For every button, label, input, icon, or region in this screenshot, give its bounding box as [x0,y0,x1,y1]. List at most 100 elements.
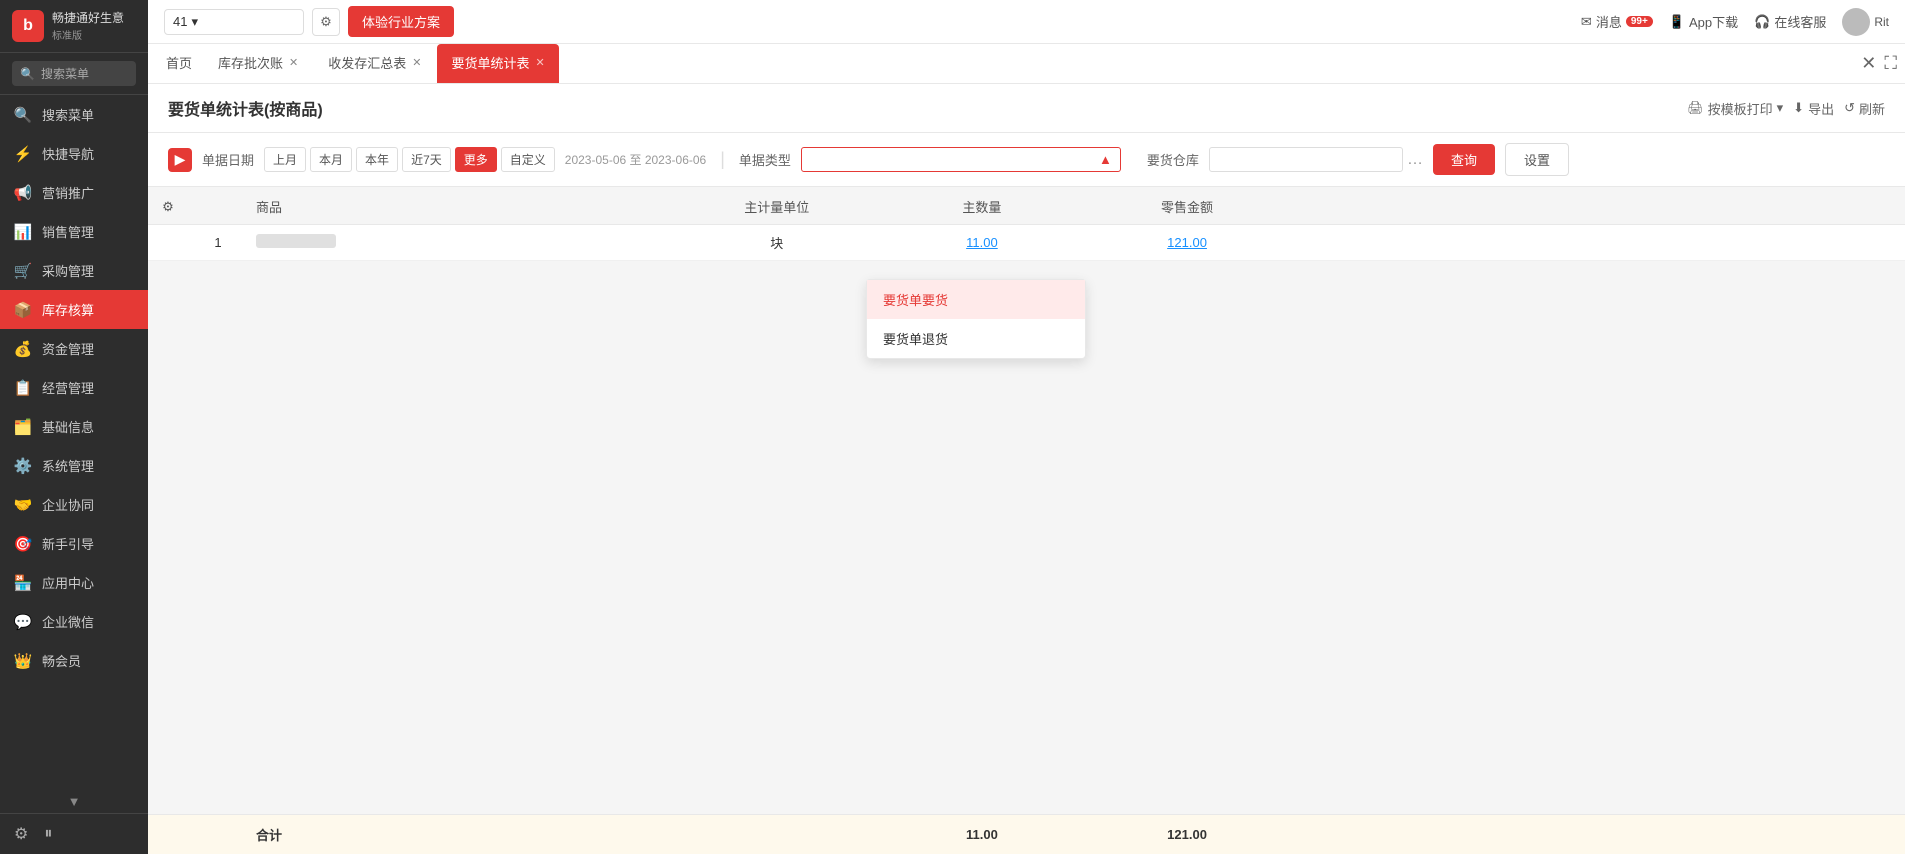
print-icon: 🖨 [1687,100,1704,116]
settings-button[interactable]: 设置 [1505,143,1569,176]
tab-close-all-icon[interactable]: ✕ [1861,53,1876,74]
print-button[interactable]: 🖨 按模板打印 ▾ [1687,99,1783,118]
topbar-gear-button[interactable]: ⚙ [312,8,340,36]
sidebar-item-inventory[interactable]: 📦 库存核算 [0,290,148,329]
industry-button[interactable]: 体验行业方案 [348,6,454,37]
sidebar-label-guide: 新手引导 [42,534,94,553]
logo-sub: 标准版 [52,27,124,42]
topbar: 41 ▾ ⚙ 体验行业方案 ✉ 消息 99+ 📱 App下载 🎧 在线客服 R [148,0,1905,44]
sidebar-search-area[interactable]: 🔍 搜索菜单 [0,53,148,95]
store-selector[interactable]: 41 ▾ [164,9,304,35]
sidebar-label-inventory: 库存核算 [42,300,94,319]
sidebar-icon-marketing: 📢 [14,184,32,202]
message-badge: 99+ [1626,16,1653,27]
tab-dispatch-close[interactable]: ✕ [412,56,421,69]
export-button[interactable]: ⬇ 导出 [1793,99,1834,118]
sidebar-icon-inventory: 📦 [14,301,32,319]
sidebar-label-wechat: 企业微信 [42,612,94,631]
warehouse-more-icon[interactable]: … [1407,151,1423,169]
sidebar-item-wechat[interactable]: 💬 企业微信 [0,602,148,641]
row-product [248,234,674,251]
logo-icon: b [12,10,44,42]
sidebar: b 畅捷通好生意 标准版 🔍 搜索菜单 🔍 搜索菜单 ⚡ 快捷导航 📢 营销推广… [0,0,148,854]
col-header-qty: 主数量 [879,197,1084,216]
row-qty-link[interactable]: 11.00 [966,235,998,250]
search-button[interactable]: 查询 [1433,144,1495,175]
user-name: Rit [1874,15,1889,29]
col-header-settings[interactable]: ⚙ [148,199,188,215]
sidebar-item-marketing[interactable]: 📢 营销推广 [0,173,148,212]
sidebar-label-sales: 销售管理 [42,222,94,241]
search-icon: 🔍 [20,67,35,81]
sidebar-item-member[interactable]: 👑 畅会员 [0,641,148,680]
row-amount-link[interactable]: 121.00 [1167,235,1207,250]
sidebar-icon-operation: 📋 [14,379,32,397]
sidebar-item-guide[interactable]: 🎯 新手引导 [0,524,148,563]
date-btn-more[interactable]: 更多 [455,147,497,172]
topbar-left: 41 ▾ ⚙ 体验行业方案 [164,6,1569,37]
sidebar-item-purchase[interactable]: 🛒 采购管理 [0,251,148,290]
refresh-button[interactable]: ↺ 刷新 [1844,99,1885,118]
row-qty[interactable]: 11.00 [879,235,1084,250]
message-group[interactable]: ✉ 消息 99+ [1581,12,1653,31]
sidebar-item-operation[interactable]: 📋 经营管理 [0,368,148,407]
export-label: 导出 [1808,99,1834,118]
tab-expand-icon[interactable]: ⛶ [1884,53,1897,74]
footer-amount: 121.00 [1085,827,1290,842]
date-btn-7days[interactable]: 近7天 [402,147,451,172]
sidebar-search-button[interactable]: 🔍 搜索菜单 [12,61,136,86]
sidebar-item-sales[interactable]: 📊 销售管理 [0,212,148,251]
tab-dispatch[interactable]: 收发存汇总表 ✕ [314,44,435,83]
sidebar-nav: 🔍 搜索菜单 ⚡ 快捷导航 📢 营销推广 📊 销售管理 🛒 采购管理 📦 库存核… [0,95,148,790]
sidebar-item-appstore[interactable]: 🏪 应用中心 [0,563,148,602]
tab-home[interactable]: 首页 [156,44,202,83]
date-btn-thismonth[interactable]: 本月 [310,147,352,172]
type-dropdown-menu[interactable]: 要货单要货 要货单退货 [866,279,1086,359]
sidebar-item-quicknav[interactable]: ⚡ 快捷导航 [0,134,148,173]
sidebar-item-basic[interactable]: 🗂️ 基础信息 [0,407,148,446]
sidebar-icon-finance: 💰 [14,340,32,358]
user-group[interactable]: Rit [1842,8,1889,36]
sidebar-logo: b 畅捷通好生意 标准版 [0,0,148,53]
tabs-right: ✕ ⛶ [1861,53,1897,74]
app-download-label: App下载 [1689,12,1738,31]
filter-toggle-button[interactable]: ▶ [168,148,192,172]
warehouse-filter-input[interactable] [1209,147,1403,172]
dropdown-item-request[interactable]: 要货单要货 [867,280,1085,319]
table-row: 1 块 11.00 121.00 [148,225,1905,261]
app-download-group[interactable]: 📱 App下载 [1669,12,1738,31]
sidebar-scroll-down[interactable]: ▼ [0,790,148,813]
footer-label: 合计 [248,825,674,844]
tab-batch-close[interactable]: ✕ [289,56,298,69]
row-amount[interactable]: 121.00 [1085,235,1290,250]
dropdown-item-return[interactable]: 要货单退货 [867,319,1085,358]
col-header-product: 商品 [248,197,674,216]
sidebar-label-finance: 资金管理 [42,339,94,358]
type-filter-up-icon[interactable]: ▲ [1091,152,1120,167]
date-range-display: 2023-05-06 至 2023-06-06 [565,151,706,168]
sidebar-item-system[interactable]: ⚙️ 系统管理 [0,446,148,485]
online-service-group[interactable]: 🎧 在线客服 [1754,12,1826,31]
tab-request-close[interactable]: ✕ [536,56,545,69]
dropdown-item-return-label: 要货单退货 [883,332,948,347]
col-header-unit: 主计量单位 [674,197,879,216]
row-seq: 1 [188,235,248,250]
sidebar-icon-basic: 🗂️ [14,418,32,436]
collapse-icon[interactable]: ⏸ [44,825,52,843]
type-filter-label: 单据类型 [739,150,791,169]
sidebar-item-finance[interactable]: 💰 资金管理 [0,329,148,368]
date-btn-custom[interactable]: 自定义 [501,147,555,172]
sidebar-item-search[interactable]: 🔍 搜索菜单 [0,95,148,134]
table-area: ⚙ 商品 主计量单位 主数量 零售金额 1 块 11.00 121. [148,189,1905,261]
message-label: 消息 [1596,12,1622,31]
tab-request[interactable]: 要货单统计表 ✕ [437,44,558,83]
avatar [1842,8,1870,36]
product-placeholder [256,234,336,248]
tab-batch[interactable]: 库存批次账 ✕ [204,44,312,83]
settings-icon[interactable]: ⚙ [14,824,28,844]
date-btn-thisyear[interactable]: 本年 [356,147,398,172]
sidebar-icon-search: 🔍 [14,106,32,124]
type-filter-input[interactable] [802,148,1091,171]
date-btn-lastmonth[interactable]: 上月 [264,147,306,172]
sidebar-item-enterprise[interactable]: 🤝 企业协同 [0,485,148,524]
